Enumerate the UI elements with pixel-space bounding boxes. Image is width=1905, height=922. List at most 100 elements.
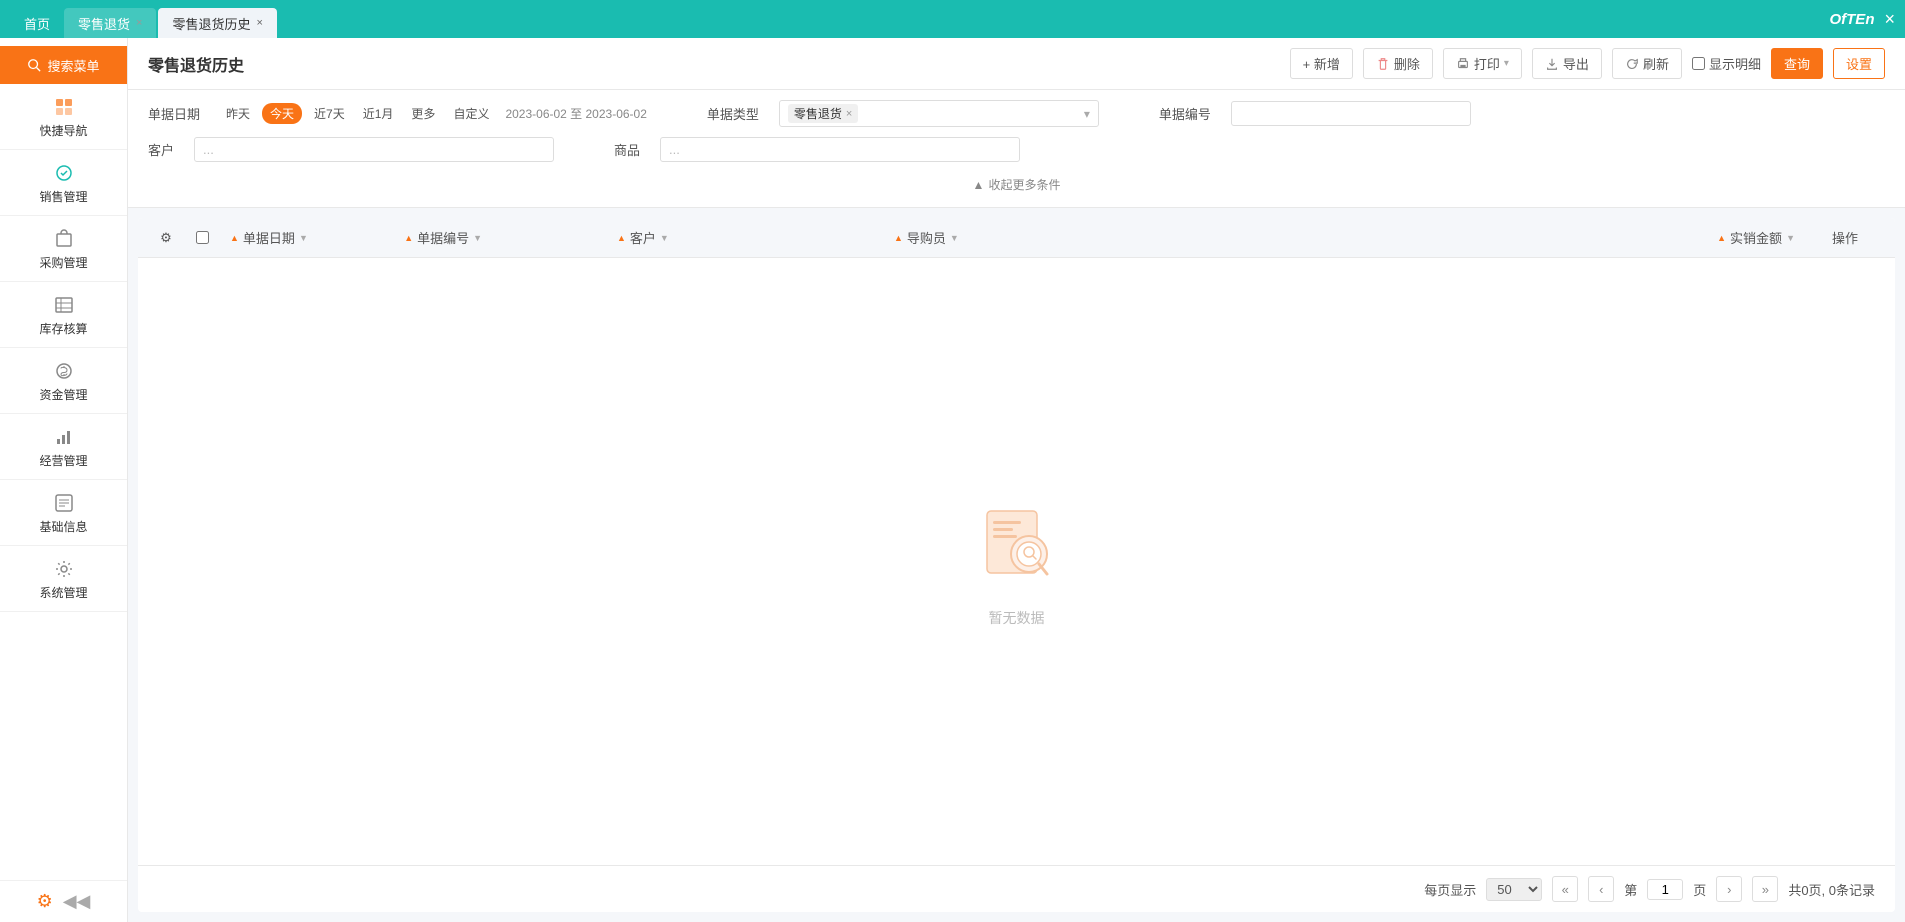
sidebar: 搜索菜单 快捷导航 销售管理 <box>0 38 128 922</box>
pagination: 每页显示 50 100 « ‹ 第 页 › » 共0页, 0条记录 <box>138 865 1895 912</box>
select-all-checkbox[interactable] <box>196 231 209 244</box>
query-button[interactable]: 查询 <box>1771 48 1823 79</box>
retail-return-history-label: 零售退货历史 <box>172 14 250 33</box>
sidebar-item-system-mgmt[interactable]: 系统管理 <box>0 546 127 612</box>
empty-illustration <box>967 496 1067 596</box>
th-customer-label: 客户 <box>630 228 656 247</box>
per-page-select[interactable]: 50 100 <box>1486 878 1542 901</box>
retail-return-history-close-icon[interactable]: × <box>256 17 262 29</box>
th-guide-label: 导购员 <box>907 228 946 247</box>
th-guide-sort-up-icon: ▲ <box>894 233 903 243</box>
tab-home[interactable]: 首页 <box>10 8 64 38</box>
bill-type-label: 单据类型 <box>707 104 759 123</box>
brand-logo: OfTEn <box>1829 11 1874 28</box>
filter-row-1: 单据日期 昨天 今天 近7天 近1月 更多 自定义 2023-06-02 至 2… <box>148 100 1885 127</box>
th-customer[interactable]: ▲ 客户 ▼ <box>607 228 884 247</box>
volume-icon[interactable]: ◀◀ <box>63 891 91 912</box>
sidebar-item-3-label: 库存核算 <box>39 320 87 337</box>
th-checkbox[interactable] <box>184 231 220 244</box>
sidebar-item-finance[interactable]: 资金管理 <box>0 348 127 414</box>
settings-gear-icon[interactable]: ⚙ <box>37 891 53 912</box>
print-button[interactable]: 打印 ▾ <box>1443 48 1522 79</box>
bill-type-select[interactable]: 零售退货 × ▾ <box>779 100 1099 127</box>
retail-return-close-icon[interactable]: × <box>136 17 142 29</box>
delete-icon <box>1376 57 1390 71</box>
collapse-row: ▲ 收起更多条件 <box>148 172 1885 197</box>
collapse-button[interactable]: ▲ 收起更多条件 <box>961 172 1073 197</box>
th-date-label: 单据日期 <box>243 228 295 247</box>
date-filters: 昨天 今天 近7天 近1月 更多 自定义 2023-06-02 至 2023-0… <box>220 103 647 124</box>
window-close-button[interactable]: × <box>1884 9 1895 30</box>
system-mgmt-icon <box>53 558 75 580</box>
sidebar-item-operations[interactable]: 经营管理 <box>0 414 127 480</box>
print-arrow-icon: ▾ <box>1504 58 1509 69</box>
bill-type-tag: 零售退货 × <box>788 104 858 123</box>
sidebar-item-2-label: 采购管理 <box>39 254 87 271</box>
date-btn-yesterday[interactable]: 昨天 <box>220 103 256 124</box>
th-guide[interactable]: ▲ 导购员 ▼ <box>884 228 1097 247</box>
th-bill-label: 单据编号 <box>417 228 469 247</box>
th-date[interactable]: ▲ 单据日期 ▼ <box>220 228 394 247</box>
bill-type-dropdown-arrow: ▾ <box>1084 107 1090 121</box>
th-guide-sort-down-icon: ▼ <box>950 233 959 243</box>
th-settings[interactable]: ⚙ <box>148 230 184 246</box>
last-page-button[interactable]: » <box>1752 876 1778 902</box>
home-tab-label: 首页 <box>24 14 50 33</box>
date-btn-1month[interactable]: 近1月 <box>357 103 400 124</box>
quick-nav-icon <box>53 96 75 118</box>
th-op: 操作 <box>1805 228 1885 247</box>
column-settings-icon[interactable]: ⚙ <box>160 230 172 246</box>
date-btn-custom[interactable]: 自定义 <box>447 103 495 124</box>
top-bar: 首页 零售退货 × 零售退货历史 × OfTEn × <box>0 0 1905 38</box>
sidebar-item-4-label: 资金管理 <box>39 386 87 403</box>
filter-area: 单据日期 昨天 今天 近7天 近1月 更多 自定义 2023-06-02 至 2… <box>128 90 1905 208</box>
new-button[interactable]: + 新增 <box>1290 48 1353 79</box>
table-header: ⚙ ▲ 单据日期 ▼ ▲ 单据编号 ▼ ▲ 客户 ▼ <box>138 218 1895 258</box>
show-detail-label: 显示明细 <box>1709 54 1761 73</box>
print-icon <box>1456 57 1470 71</box>
date-btn-more[interactable]: 更多 <box>405 103 441 124</box>
bill-type-tag-close-icon[interactable]: × <box>846 108 852 120</box>
per-page-label: 每页显示 <box>1424 880 1476 899</box>
sidebar-item-basic-info[interactable]: 基础信息 <box>0 480 127 546</box>
page-number-input[interactable] <box>1647 879 1683 900</box>
date-label: 单据日期 <box>148 104 200 123</box>
bill-number-input[interactable] <box>1231 101 1471 126</box>
collapse-up-icon: ▲ <box>973 178 985 192</box>
date-btn-7days[interactable]: 近7天 <box>308 103 351 124</box>
th-bill[interactable]: ▲ 单据编号 ▼ <box>394 228 607 247</box>
show-detail-checkbox[interactable] <box>1692 57 1705 70</box>
empty-text: 暂无数据 <box>989 608 1045 628</box>
tab-retail-return-history[interactable]: 零售退货历史 × <box>158 8 276 38</box>
tab-retail-return[interactable]: 零售退货 × <box>64 8 156 38</box>
th-amount-sort-up-icon: ▲ <box>1717 233 1726 243</box>
bill-number-label: 单据编号 <box>1159 104 1211 123</box>
next-page-button[interactable]: › <box>1716 876 1742 902</box>
export-button[interactable]: 导出 <box>1532 48 1602 79</box>
customer-input[interactable] <box>194 137 554 162</box>
refresh-icon <box>1625 57 1639 71</box>
refresh-button[interactable]: 刷新 <box>1612 48 1682 79</box>
sidebar-item-inventory[interactable]: 库存核算 <box>0 282 127 348</box>
show-detail-checkbox-label[interactable]: 显示明细 <box>1692 54 1761 73</box>
sidebar-item-quick-nav[interactable]: 快捷导航 <box>0 84 127 150</box>
query-label: 查询 <box>1784 54 1810 73</box>
top-bar-right: OfTEn × <box>1829 9 1895 30</box>
sidebar-item-5-label: 经营管理 <box>39 452 87 469</box>
th-amount[interactable]: ▲ 实销金额 ▼ <box>1631 228 1805 247</box>
prev-page-button[interactable]: ‹ <box>1588 876 1614 902</box>
first-page-button[interactable]: « <box>1552 876 1578 902</box>
delete-button[interactable]: 删除 <box>1363 48 1433 79</box>
goods-input[interactable] <box>660 137 1020 162</box>
sidebar-item-purchase-mgmt[interactable]: 采购管理 <box>0 216 127 282</box>
th-customer-sort-up-icon: ▲ <box>617 233 626 243</box>
sidebar-item-sales-mgmt[interactable]: 销售管理 <box>0 150 127 216</box>
sidebar-search[interactable]: 搜索菜单 <box>0 46 127 84</box>
sort-up-icon: ▲ <box>230 233 239 243</box>
page-header: 零售退货历史 + 新增 删除 打印 <box>128 38 1905 90</box>
date-btn-today[interactable]: 今天 <box>262 103 302 124</box>
print-label: 打印 <box>1474 54 1500 73</box>
settings-button[interactable]: 设置 <box>1833 48 1885 79</box>
finance-icon <box>53 360 75 382</box>
purchase-mgmt-icon <box>53 228 75 250</box>
